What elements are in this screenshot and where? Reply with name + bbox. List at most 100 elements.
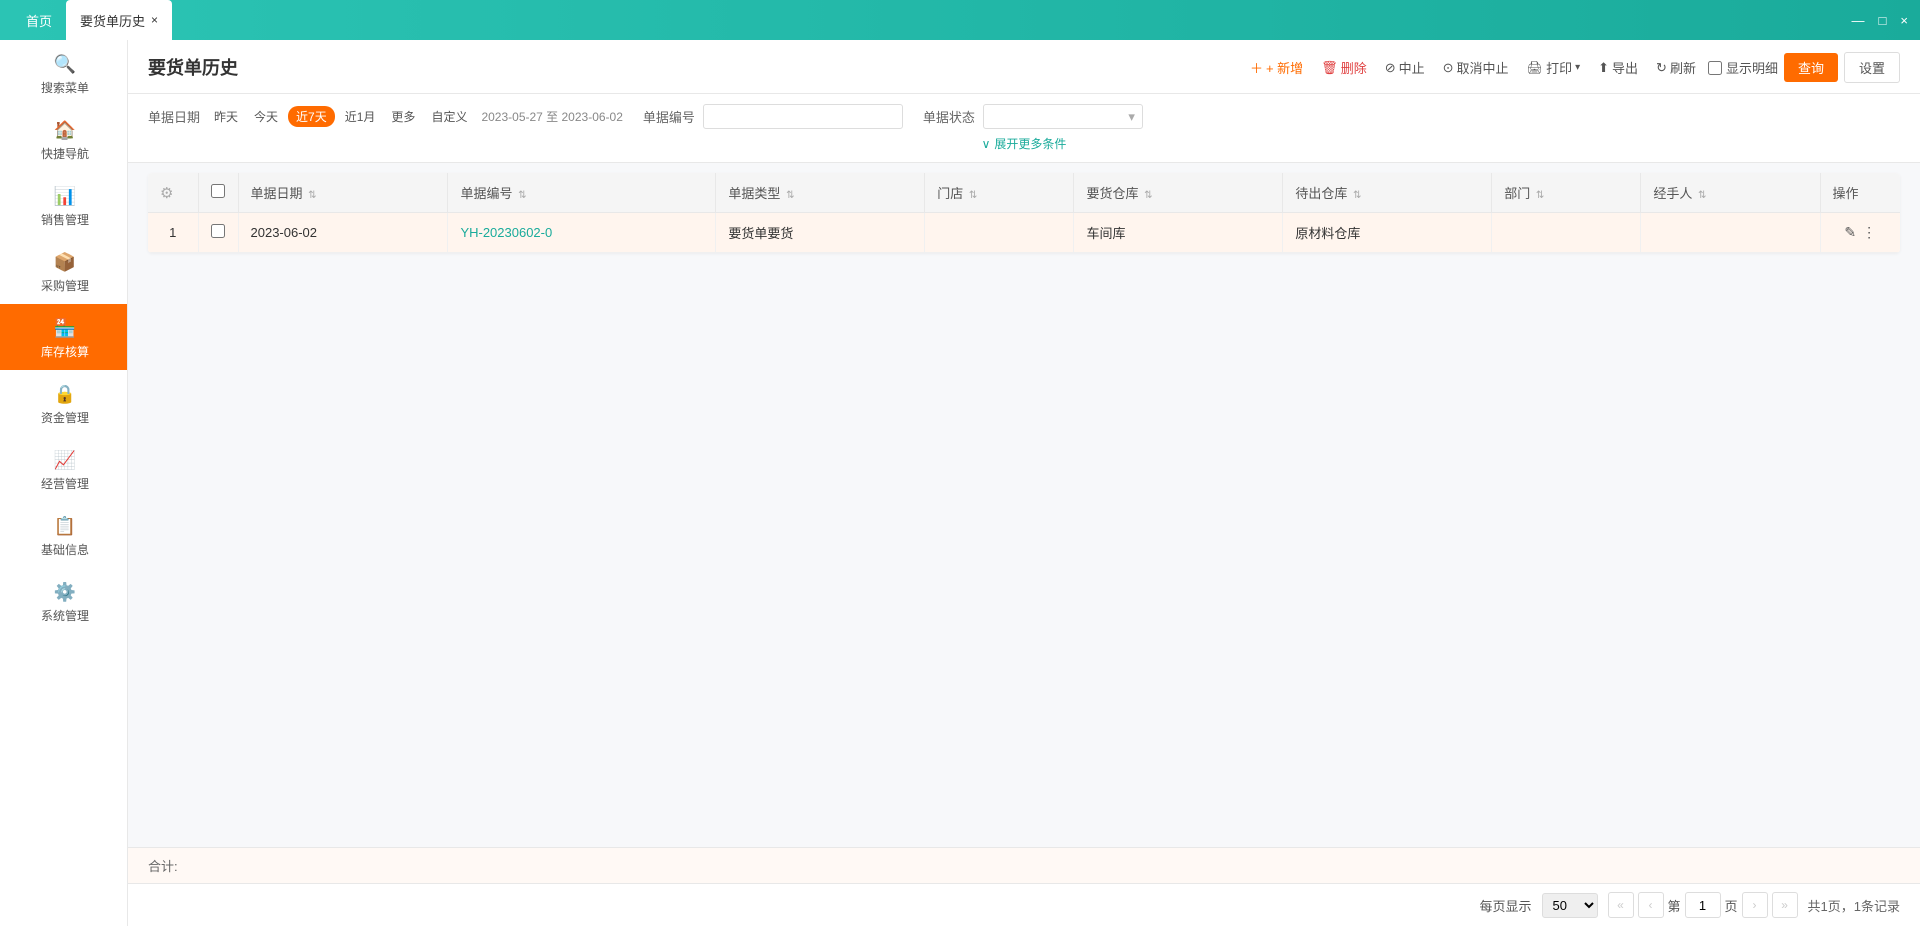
action-icons: ✎ ⋮ (1833, 224, 1889, 241)
sidebar-item-basic-info[interactable]: 📋 基础信息 (0, 502, 127, 568)
last-page-btn[interactable]: » (1772, 892, 1798, 918)
date-btn-today[interactable]: 今天 (248, 106, 284, 127)
col-checkbox-header (198, 173, 238, 213)
summary-label: 合计: (148, 856, 178, 875)
table-row: 1 2023-06-02 YH-20230602-0 要货单要货 车间库 原材料… (148, 213, 1900, 253)
status-filter-group: 单据状态 ▾ (923, 104, 1143, 129)
page-number-input[interactable] (1685, 892, 1721, 918)
sidebar-item-sales-mgmt[interactable]: 📊 销售管理 (0, 172, 127, 238)
window-maximize-btn[interactable]: □ (1879, 13, 1887, 28)
delete-button[interactable]: 🗑 删除 (1315, 55, 1373, 80)
close-icon[interactable]: × (151, 13, 158, 27)
print-arrow-icon: ▾ (1575, 62, 1580, 73)
new-button[interactable]: ＋ + 新增 (1244, 55, 1309, 80)
row-doc-number-link[interactable]: YH-20230602-0 (460, 225, 552, 240)
sort-doc-date-icon[interactable]: ⇅ (308, 190, 316, 201)
query-button[interactable]: 查询 (1784, 53, 1838, 82)
sort-from-warehouse-icon[interactable]: ⇅ (1144, 190, 1152, 201)
row-department (1492, 213, 1641, 253)
sidebar: 🔍 搜索菜单 🏠 快捷导航 📊 销售管理 📦 采购管理 🏪 库存核算 🔒 资金管… (0, 40, 128, 926)
export-button[interactable]: ⬆ 导出 (1592, 55, 1644, 80)
col-from-warehouse-header: 要货仓库 ⇅ (1074, 173, 1283, 213)
sidebar-item-system-mgmt[interactable]: ⚙️ 系统管理 (0, 568, 127, 634)
date-btn-last-month[interactable]: 近1月 (339, 106, 382, 127)
col-doc-date-header: 单据日期 ⇅ (238, 173, 448, 213)
more-action-icon[interactable]: ⋮ (1862, 224, 1876, 241)
date-btn-yesterday[interactable]: 昨天 (208, 106, 244, 127)
pagination-bar: 每页显示 50 10 20 100 « ‹ 第 页 › » 共1页，1条记录 (128, 883, 1920, 926)
delete-button-label: 删除 (1341, 58, 1367, 77)
table-body: 1 2023-06-02 YH-20230602-0 要货单要货 车间库 原材料… (148, 213, 1900, 253)
select-all-checkbox[interactable] (211, 184, 225, 198)
tab-home[interactable]: 首页 (12, 0, 66, 40)
sidebar-item-system-mgmt-label: 系统管理 (41, 607, 89, 624)
stop-button[interactable]: ⊘ 中止 (1379, 55, 1431, 80)
page-nav: « ‹ 第 页 › » (1608, 892, 1798, 918)
print-button[interactable]: 🖨 打印 ▾ (1521, 55, 1587, 80)
sort-doc-type-icon[interactable]: ⇅ (786, 190, 794, 201)
page-header: 要货单历史 ＋ + 新增 🗑 删除 ⊘ 中止 (128, 40, 1920, 94)
display-detail-label: 显示明细 (1726, 58, 1778, 77)
row-action: ✎ ⋮ (1820, 213, 1900, 253)
row-select-checkbox[interactable] (211, 224, 225, 238)
refresh-icon: ↻ (1656, 60, 1667, 76)
date-filter-group: 单据日期 昨天 今天 近7天 近1月 更多 自定义 2023-05-27 至 2… (148, 106, 623, 127)
expand-more-button[interactable]: ∨ 展开更多条件 (148, 129, 1900, 152)
doc-number-input[interactable] (703, 104, 903, 129)
sidebar-item-sales-mgmt-label: 销售管理 (41, 211, 89, 228)
sort-store-icon[interactable]: ⇅ (969, 190, 977, 201)
first-page-btn[interactable]: « (1608, 892, 1634, 918)
table-footer: 合计: (128, 847, 1920, 883)
doc-number-filter-group: 单据编号 (643, 104, 903, 129)
sort-to-warehouse-icon[interactable]: ⇅ (1353, 190, 1361, 201)
sidebar-item-inventory[interactable]: 🏪 库存核算 (0, 304, 127, 370)
prev-page-btn[interactable]: ‹ (1638, 892, 1664, 918)
sidebar-item-finance-mgmt[interactable]: 🔒 资金管理 (0, 370, 127, 436)
edit-action-icon[interactable]: ✎ (1844, 224, 1856, 241)
data-table: ⚙ 单据日期 ⇅ 单据编号 ⇅ (148, 173, 1900, 253)
purchase-mgmt-icon: 📦 (54, 252, 76, 273)
page-label-before: 第 (1668, 896, 1681, 915)
top-bar-right: — □ × (1852, 13, 1908, 28)
display-toggle-checkbox[interactable] (1708, 61, 1722, 75)
inventory-icon: 🏪 (54, 318, 76, 339)
content-area: 要货单历史 ＋ + 新增 🗑 删除 ⊘ 中止 (128, 40, 1920, 926)
row-checkbox (198, 213, 238, 253)
row-store (925, 213, 1074, 253)
settings-button[interactable]: 设置 (1844, 52, 1900, 83)
search-menu-icon: 🔍 (54, 54, 76, 75)
window-minimize-btn[interactable]: — (1852, 13, 1865, 28)
sort-department-icon[interactable]: ⇅ (1536, 190, 1544, 201)
date-btn-last7days[interactable]: 近7天 (288, 106, 335, 127)
row-doc-type: 要货单要货 (716, 213, 925, 253)
cancel-stop-button-label: 取消中止 (1457, 58, 1509, 77)
row-number: 1 (148, 213, 198, 253)
sidebar-item-purchase-mgmt[interactable]: 📦 采购管理 (0, 238, 127, 304)
date-filter-buttons: 昨天 今天 近7天 近1月 更多 自定义 (208, 106, 473, 127)
window-close-btn[interactable]: × (1900, 13, 1908, 28)
display-toggle[interactable]: 显示明细 (1708, 58, 1778, 77)
stop-icon: ⊘ (1385, 60, 1396, 76)
gear-icon[interactable]: ⚙ (160, 185, 173, 202)
sidebar-item-purchase-mgmt-label: 采购管理 (41, 277, 89, 294)
status-select[interactable] (983, 104, 1143, 129)
date-btn-more[interactable]: 更多 (385, 106, 421, 127)
sort-doc-number-icon[interactable]: ⇅ (518, 190, 526, 201)
sort-handler-icon[interactable]: ⇅ (1698, 190, 1706, 201)
col-doc-number-header: 单据编号 ⇅ (448, 173, 716, 213)
cancel-stop-button[interactable]: ⊙ 取消中止 (1437, 55, 1515, 80)
sidebar-item-search-menu[interactable]: 🔍 搜索菜单 (0, 40, 127, 106)
sidebar-item-operations-mgmt[interactable]: 📈 经营管理 (0, 436, 127, 502)
next-page-btn[interactable]: › (1742, 892, 1768, 918)
add-icon: ＋ (1250, 58, 1263, 77)
top-bar: 首页 要货单历史 × — □ × (0, 0, 1920, 40)
tab-home-label: 首页 (26, 11, 52, 30)
sidebar-item-quick-nav[interactable]: 🏠 快捷导航 (0, 106, 127, 172)
row-from-warehouse: 车间库 (1074, 213, 1283, 253)
per-page-select[interactable]: 50 10 20 100 (1542, 893, 1598, 918)
refresh-button[interactable]: ↻ 刷新 (1650, 55, 1702, 80)
date-btn-custom[interactable]: 自定义 (425, 106, 473, 127)
row-to-warehouse: 原材料仓库 (1283, 213, 1492, 253)
main-layout: 🔍 搜索菜单 🏠 快捷导航 📊 销售管理 📦 采购管理 🏪 库存核算 🔒 资金管… (0, 40, 1920, 926)
tab-yaohuodan[interactable]: 要货单历史 × (66, 0, 172, 40)
